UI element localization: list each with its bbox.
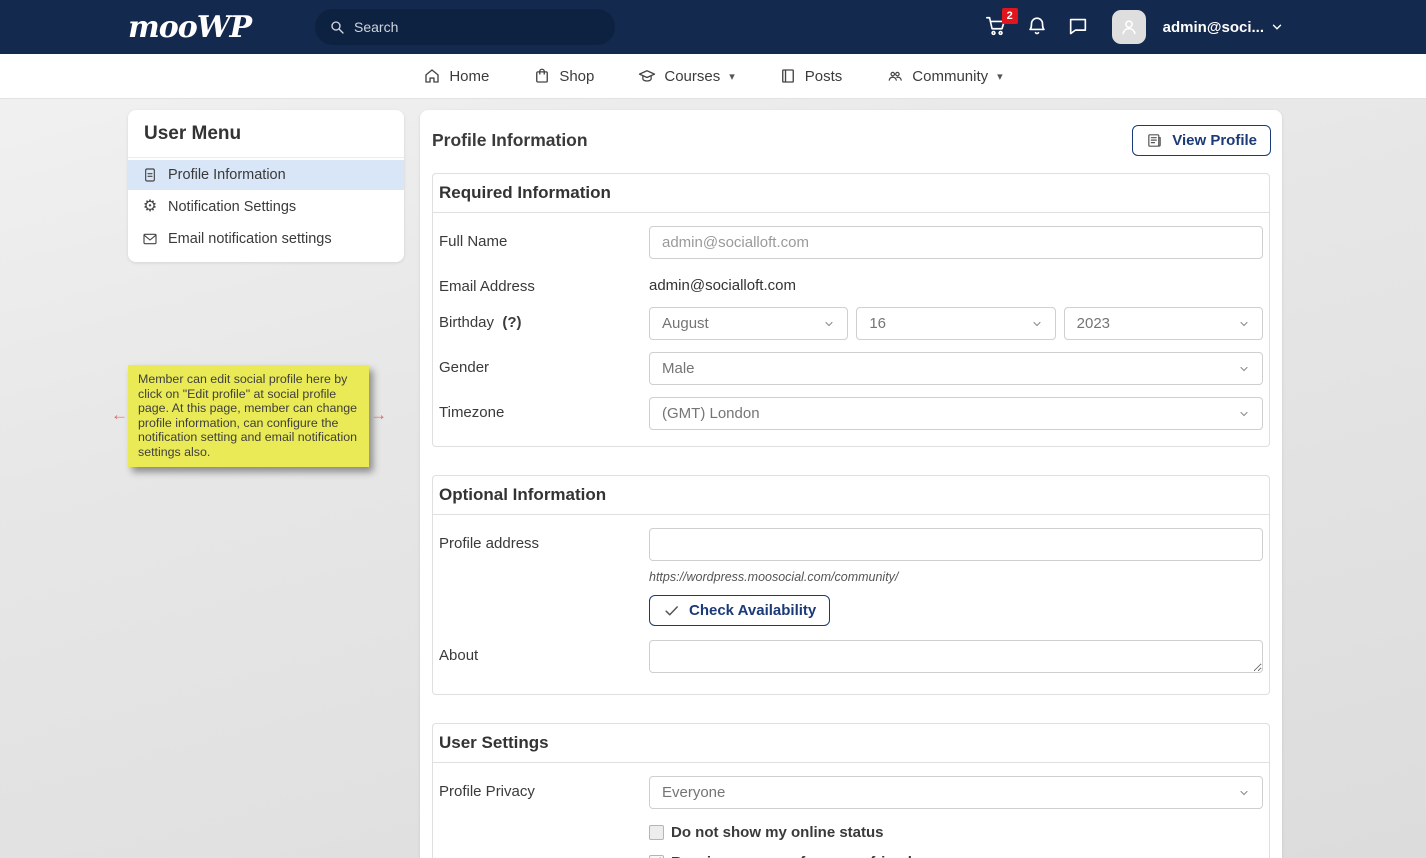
main-nav: Home Shop Courses ▾ Posts Community ▾	[0, 54, 1426, 99]
about-textarea[interactable]	[649, 640, 1263, 673]
notifications-button[interactable]	[1026, 15, 1050, 39]
document-icon	[145, 168, 155, 182]
chat-icon	[1069, 18, 1086, 35]
profile-address-hint: https://wordpress.moosocial.com/communit…	[649, 570, 899, 584]
birthday-month-select[interactable]: August	[649, 307, 849, 340]
home-icon	[425, 69, 439, 83]
view-profile-icon	[1148, 134, 1162, 147]
profile-panel: Profile Information View Profile Require…	[420, 110, 1282, 858]
optional-information-section: Optional Information Profile address htt…	[432, 475, 1270, 695]
navbar-actions: 2 admin@soci...	[985, 8, 1284, 44]
birthday-day-select[interactable]: 16	[856, 307, 1056, 340]
nav-item-shop[interactable]: Shop	[533, 67, 594, 85]
chevron-down-icon	[1240, 411, 1248, 416]
sidebar-item-label: Email notification settings	[168, 231, 332, 247]
top-navbar: mooWP 2 admin@soci...	[0, 0, 1426, 54]
nav-item-courses[interactable]: Courses ▾	[638, 67, 735, 85]
full-name-input[interactable]	[649, 226, 1263, 259]
community-icon	[888, 71, 903, 81]
nav-item-posts[interactable]: Posts	[779, 67, 843, 85]
posts-icon	[781, 69, 794, 83]
search-icon	[331, 21, 344, 34]
email-address-label: Email Address	[439, 278, 535, 295]
check-availability-button[interactable]: Check Availability	[649, 595, 831, 626]
chevron-down-icon	[825, 321, 833, 326]
sidebar-item-label: Notification Settings	[168, 199, 297, 215]
view-profile-label: View Profile	[1172, 132, 1257, 149]
profile-privacy-label: Profile Privacy	[439, 783, 535, 800]
nav-item-home[interactable]: Home	[423, 67, 489, 85]
email-address-value: admin@socialloft.com	[649, 277, 796, 294]
user-settings-section: User Settings Profile Privacy Everyone D…	[432, 723, 1270, 858]
search-bar[interactable]	[315, 9, 616, 45]
cart-button[interactable]: 2	[985, 8, 1018, 39]
avatar[interactable]	[1111, 10, 1146, 44]
page-content: User Menu Profile Information ⚙ Notifica…	[0, 99, 1426, 858]
chevron-down-icon	[1240, 790, 1248, 795]
chevron-down-icon	[1033, 321, 1041, 326]
gear-icon: ⚙	[142, 198, 158, 215]
section-title: Required Information	[433, 174, 1269, 213]
messages-button[interactable]	[1067, 15, 1091, 39]
required-information-section: Required Information Full Name Email Add…	[432, 173, 1270, 447]
birthday-label: Birthday (?)	[439, 314, 522, 331]
cart-badge: 2	[1001, 8, 1018, 24]
timezone-label: Timezone	[439, 404, 505, 421]
checkbox-icon[interactable]	[649, 825, 664, 840]
arrow-left-icon: ←	[111, 405, 128, 424]
online-status-checkbox-row[interactable]: Do not show my online status	[649, 824, 1263, 841]
page-title: Profile Information	[432, 130, 588, 150]
sidebar-item-label: Profile Information	[168, 167, 286, 183]
sidebar-item-profile-information[interactable]: Profile Information	[128, 160, 404, 190]
nav-label: Courses	[664, 67, 721, 85]
shop-icon	[536, 68, 549, 83]
bell-icon	[1028, 17, 1045, 35]
about-label: About	[439, 647, 479, 664]
view-profile-button[interactable]: View Profile	[1132, 125, 1271, 156]
profile-privacy-select[interactable]: Everyone	[649, 776, 1263, 809]
courses-icon	[639, 70, 656, 82]
full-name-label: Full Name	[439, 233, 508, 250]
check-icon	[665, 606, 678, 616]
caret-down-icon: ▾	[997, 70, 1003, 83]
check-availability-label: Check Availability	[689, 602, 817, 619]
profile-address-input[interactable]	[649, 528, 1263, 561]
nav-label: Posts	[804, 67, 843, 85]
nav-item-community[interactable]: Community ▾	[886, 67, 1003, 85]
sidebar-item-notification-settings[interactable]: ⚙ Notification Settings	[128, 192, 404, 222]
account-username: admin@soci...	[1162, 18, 1264, 36]
nav-label: Shop	[559, 67, 595, 85]
envelope-icon	[143, 233, 157, 245]
search-input[interactable]	[354, 19, 602, 35]
nav-label: Community	[912, 67, 989, 85]
timezone-select[interactable]: (GMT) London	[649, 397, 1263, 430]
gender-select[interactable]: Male	[649, 352, 1263, 385]
annotation-note: ← Member can edit social profile here by…	[111, 365, 387, 467]
birthday-year-select[interactable]: 2023	[1063, 307, 1263, 340]
birthday-help-icon[interactable]: (?)	[502, 314, 521, 331]
receive-message-checkbox-row[interactable]: Receive message from non-friend	[649, 853, 1263, 858]
caret-down-icon: ▾	[729, 70, 735, 83]
gender-label: Gender	[439, 359, 490, 376]
annotation-text: Member can edit social profile here by c…	[138, 372, 358, 459]
account-menu[interactable]: admin@soci...	[1163, 19, 1284, 36]
nav-label: Home	[449, 67, 490, 85]
chevron-down-icon	[1240, 366, 1248, 371]
user-menu-title: User Menu	[128, 110, 404, 158]
section-title: User Settings	[433, 724, 1269, 763]
site-logo[interactable]: mooWP	[128, 10, 252, 45]
checkbox-label: Receive message from non-friend	[671, 854, 912, 858]
panel-header: Profile Information View Profile	[420, 110, 1282, 173]
person-icon	[1122, 20, 1136, 35]
sidebar-item-email-notification-settings[interactable]: Email notification settings	[128, 224, 404, 254]
chevron-down-icon	[1240, 321, 1248, 326]
checkbox-label: Do not show my online status	[671, 824, 884, 841]
section-title: Optional Information	[433, 476, 1269, 515]
chevron-down-icon	[1272, 24, 1282, 30]
user-menu-card: User Menu Profile Information ⚙ Notifica…	[128, 110, 404, 262]
profile-address-label: Profile address	[439, 535, 540, 552]
arrow-right-icon: →	[370, 405, 387, 424]
